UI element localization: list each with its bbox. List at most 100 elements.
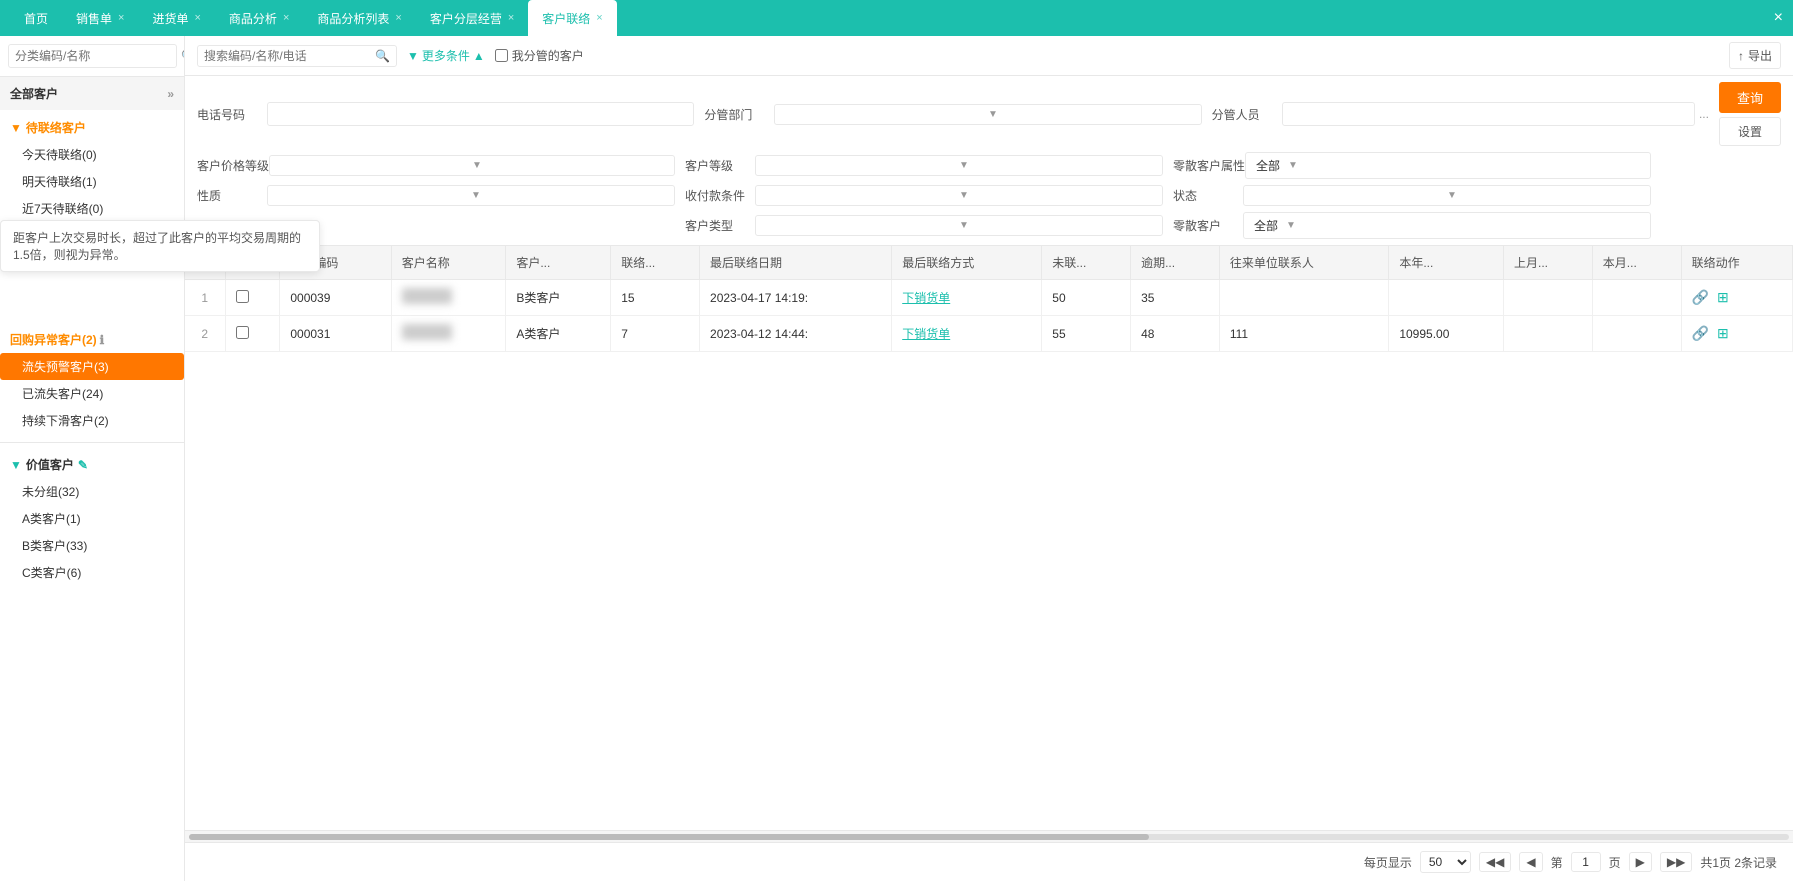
next-page-btn[interactable]: ▶ (1629, 852, 1652, 872)
status-select[interactable]: ▼ (1243, 185, 1651, 206)
row2-name-blur (402, 324, 452, 340)
sidebar-item-class-c[interactable]: C类客户(6) (0, 559, 184, 586)
sidebar-group-value-title[interactable]: ▼ 价值客户 ✎ (0, 451, 184, 478)
col-unread-header[interactable]: 未联... (1042, 246, 1131, 280)
nav-close-customer-contact[interactable]: × (596, 12, 602, 24)
nav-close-purchase[interactable]: × (194, 12, 200, 24)
sidebar-collapse-btn[interactable]: » (167, 87, 174, 101)
dept-select[interactable]: ▼ (774, 104, 1201, 125)
col-name-header[interactable]: 客户名称 (391, 246, 506, 280)
window-close-icon[interactable]: × (1774, 9, 1783, 27)
retail-cust-chev: ▼ (1286, 220, 1296, 231)
nature-label: 性质 (197, 187, 267, 204)
price-grade-select[interactable]: ▼ (269, 155, 675, 176)
nav-item-home[interactable]: 首页 (10, 0, 62, 36)
nav-close-sales[interactable]: × (118, 12, 124, 24)
nav-item-purchase[interactable]: 进货单 × (138, 0, 214, 36)
my-customers-check[interactable] (495, 49, 508, 62)
row1-link-icon[interactable]: 🔗 (1692, 289, 1709, 306)
row1-checkbox[interactable] (225, 280, 280, 316)
sidebar-item-lost[interactable]: 已流失客户(24) (0, 380, 184, 407)
col-last-month-header[interactable]: 上月... (1504, 246, 1593, 280)
table-row: 1 000039 B类客户 15 2023-04-17 14:19: (185, 280, 1793, 316)
nav-item-sales[interactable]: 销售单 × (62, 0, 138, 36)
my-customers-checkbox[interactable]: 我分管的客户 (495, 47, 584, 64)
first-page-btn[interactable]: ◀◀ (1479, 852, 1511, 872)
query-btn[interactable]: 查询 (1719, 82, 1781, 113)
col-this-year-header[interactable]: 本年... (1389, 246, 1504, 280)
col-contact-person-header[interactable]: 往来单位联系人 (1219, 246, 1388, 280)
filter-bar: 🔍 ▼ 更多条件 ▲ 我分管的客户 ↑ 导出 (185, 36, 1793, 76)
scroll-thumb[interactable] (189, 834, 1149, 840)
nav-item-customer-contact[interactable]: 客户联络 × (528, 0, 616, 36)
adv-field-nature: 性质 ▼ (197, 185, 675, 206)
row1-code[interactable]: 000039 (280, 280, 391, 316)
value-edit-icon[interactable]: ✎ (78, 458, 88, 472)
price-grade-chev: ▼ (472, 160, 668, 171)
person-input[interactable] (1282, 102, 1695, 126)
page-input[interactable] (1571, 852, 1601, 872)
person-more-btn[interactable]: ... (1699, 107, 1709, 121)
sidebar-search-input[interactable] (8, 44, 177, 68)
phone-input[interactable] (267, 102, 694, 126)
row2-check[interactable] (236, 326, 249, 339)
adv-field-customer-grade: 客户等级 ▼ (685, 155, 1163, 176)
nav-close-analysis[interactable]: × (283, 12, 289, 24)
value-arrow-icon: ▼ (10, 458, 22, 472)
cust-grade-select[interactable]: ▼ (755, 155, 1163, 176)
col-overdue-header[interactable]: 逾期... (1131, 246, 1220, 280)
customer-table: ⚙ 客户编码 客户名称 客户... (185, 246, 1793, 352)
export-btn[interactable]: ↑ 导出 (1729, 42, 1781, 69)
content-area: 🔍 ▼ 更多条件 ▲ 我分管的客户 ↑ 导出 电话号码 (185, 36, 1793, 881)
sidebar-item-loss-warning[interactable]: 流失预警客户(3) (0, 353, 184, 380)
sidebar-item-7days[interactable]: 近7天待联络(0) (0, 195, 184, 222)
filter-search-icon[interactable]: 🔍 (375, 49, 390, 63)
nav-close-analysis-list[interactable]: × (395, 12, 401, 24)
row2-code[interactable]: 000031 (280, 316, 391, 352)
retail-attr-select[interactable]: 全部 ▼ (1245, 152, 1651, 179)
sidebar-item-today[interactable]: 今天待联络(0) (0, 141, 184, 168)
sidebar-item-ungrouped[interactable]: 未分组(32) (0, 478, 184, 505)
prev-page-btn[interactable]: ◀ (1519, 852, 1542, 872)
row1-check[interactable] (236, 290, 249, 303)
last-page-btn[interactable]: ▶▶ (1660, 852, 1692, 872)
row2-more-icon[interactable]: ⊞ (1717, 325, 1729, 342)
sidebar-group-pending-title[interactable]: ▼ 待联络客户 (0, 114, 184, 141)
row1-more-icon[interactable]: ⊞ (1717, 289, 1729, 306)
sidebar-item-class-b[interactable]: B类客户(33) (0, 532, 184, 559)
row2-action: 🔗 ⊞ (1681, 316, 1792, 352)
nav-item-analysis-list[interactable]: 商品分析列表 × (303, 0, 415, 36)
abnormal-label: 回购异常客户(2) (10, 331, 97, 348)
nav-close-customer-tier[interactable]: × (508, 12, 514, 24)
sidebar-item-tomorrow[interactable]: 明天待联络(1) (0, 168, 184, 195)
row1-contact-person (1219, 280, 1388, 316)
col-last-method-header[interactable]: 最后联络方式 (892, 246, 1042, 280)
sidebar-group-abnormal-title[interactable]: 回购异常客户(2) ℹ (0, 326, 184, 353)
more-conditions-btn[interactable]: ▼ 更多条件 ▲ (407, 47, 485, 64)
scroll-track[interactable] (189, 834, 1789, 840)
col-this-month-header[interactable]: 本月... (1592, 246, 1681, 280)
row2-checkbox[interactable] (225, 316, 280, 352)
nature-select[interactable]: ▼ (267, 185, 675, 206)
settings-btn[interactable]: 设置 (1719, 117, 1781, 146)
sidebar-item-class-a[interactable]: A类客户(1) (0, 505, 184, 532)
nav-item-analysis[interactable]: 商品分析 × (215, 0, 303, 36)
nav-item-customer-tier[interactable]: 客户分层经营 × (416, 0, 528, 36)
row2-link-icon[interactable]: 🔗 (1692, 325, 1709, 342)
cust-type-select[interactable]: ▼ (755, 215, 1163, 236)
sidebar: 🔍 全部客户 » ▼ 待联络客户 今天待联络(0) 明天待联络(1) 近7天待联… (0, 36, 185, 881)
adv-row-4: ... 客户类型 ▼ 零散客户 全部 ▼ (197, 212, 1781, 239)
row1-last-method[interactable]: 下销货单 (892, 280, 1042, 316)
payment-select[interactable]: ▼ (755, 185, 1163, 206)
col-last-date-header[interactable]: 最后联络日期 (700, 246, 892, 280)
filter-icon: ▼ (407, 49, 419, 63)
filter-search-input[interactable] (204, 49, 371, 63)
col-type-header[interactable]: 客户... (506, 246, 611, 280)
row2-last-method[interactable]: 下销货单 (892, 316, 1042, 352)
col-contact-header[interactable]: 联络... (611, 246, 700, 280)
retail-cust-select[interactable]: 全部 ▼ (1243, 212, 1651, 239)
adv-field-dept: 分管部门 ▼ (704, 104, 1201, 125)
per-page-select[interactable]: 50 100 200 (1420, 851, 1471, 873)
sidebar-item-declining[interactable]: 持续下滑客户(2) (0, 407, 184, 434)
horizontal-scrollbar[interactable] (185, 830, 1793, 842)
